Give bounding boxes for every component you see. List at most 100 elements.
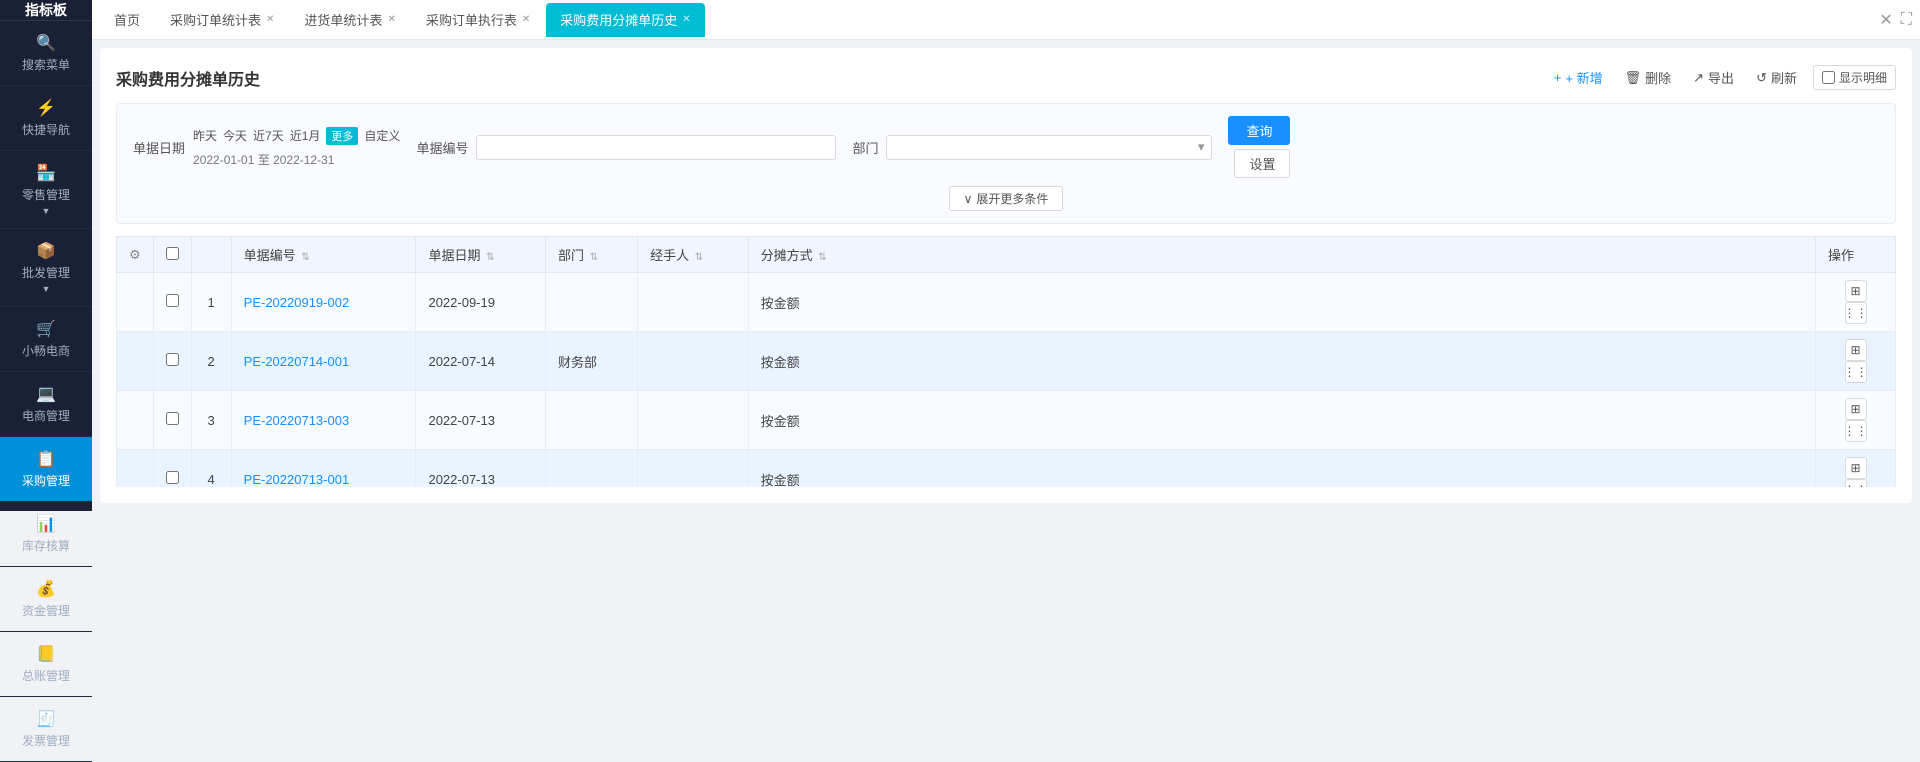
row-checkbox (153, 391, 191, 450)
tab-close-purchase-order-exec[interactable]: ✕ (522, 14, 530, 25)
col-dept-header: 部门 ⇅ (546, 237, 638, 273)
tab-purchase-order-exec[interactable]: 采购订单执行表 ✕ (412, 3, 544, 37)
sidebar-item-invoice[interactable]: 🧾 发票管理 (0, 697, 92, 762)
table-row: 2 PE-20220714-001 2022-07-14 财务部 按金额 ⊞ ⋮… (117, 332, 1896, 391)
wholesale-icon: 📦 (36, 241, 56, 261)
row-no: 1 (191, 273, 231, 332)
row-more-button[interactable]: ⋮⋮ (1845, 420, 1867, 442)
col-no-header (191, 237, 231, 273)
tab-bar: 首页 采购订单统计表 ✕ 进货单统计表 ✕ 采购订单执行表 ✕ 采购费用分摊单历… (92, 0, 1920, 40)
sidebar-item-retail[interactable]: 🏪 零售管理 ▼ (0, 151, 92, 229)
row-view-button[interactable]: ⊞ (1845, 339, 1867, 361)
bill-no-input[interactable] (476, 135, 836, 160)
query-button[interactable]: 查询 (1228, 116, 1290, 145)
row-ops: ⊞ ⋮⋮ (1816, 391, 1896, 450)
sidebar-item-finance[interactable]: 💰 资金管理 (0, 567, 92, 632)
shortcut-today[interactable]: 今天 (223, 127, 247, 144)
sidebar-item-search[interactable]: 🔍 搜索菜单 (0, 21, 92, 86)
delete-button[interactable]: 🗑 删除 (1619, 64, 1678, 91)
bill-no-link[interactable]: PE-20220713-001 (244, 472, 350, 487)
sidebar-item-ecom[interactable]: 💻 电商管理 (0, 372, 92, 437)
row-select-checkbox[interactable] (166, 294, 179, 307)
sidebar-item-label: 采购管理 (22, 472, 70, 489)
bill-no-link[interactable]: PE-20220919-002 (244, 295, 350, 310)
col-dept-sort[interactable]: ⇅ (590, 252, 598, 263)
refresh-button[interactable]: ↺ 刷新 (1750, 64, 1803, 91)
finance-icon: 💰 (36, 579, 56, 599)
col-handler-header: 经手人 ⇅ (638, 237, 749, 273)
col-handler-sort[interactable]: ⇅ (695, 252, 703, 263)
sidebar-item-wholesale[interactable]: 📦 批发管理 ▼ (0, 229, 92, 307)
row-view-button[interactable]: ⊞ (1845, 398, 1867, 420)
toolbar: + + 新增 🗑 删除 ↗ 导出 ↺ 刷新 显示明细 (1548, 64, 1896, 91)
row-more-button[interactable]: ⋮⋮ (1845, 302, 1867, 324)
set-button[interactable]: 设置 (1234, 149, 1290, 178)
row-handler (638, 450, 749, 488)
tab-purchase-goods-stats[interactable]: 进货单统计表 ✕ (290, 3, 409, 37)
col-split-method-sort[interactable]: ⇅ (818, 252, 826, 263)
tab-close-purchase-order-stats[interactable]: ✕ (266, 14, 274, 25)
sidebar-logo: 指标板 (0, 0, 92, 21)
dept-select[interactable] (886, 135, 1212, 160)
filter-row: 单据日期 昨天 今天 近7天 近1月 更多 自定义 2022-01-01 至 2… (133, 116, 1879, 178)
sidebar-item-quick[interactable]: ⚡ 快捷导航 (0, 86, 92, 151)
col-split-method-header: 分摊方式 ⇅ (748, 237, 1815, 273)
page-content: 采购费用分摊单历史 + + 新增 🗑 删除 ↗ 导出 ↺ 刷新 (100, 48, 1912, 503)
table-row: 3 PE-20220713-003 2022-07-13 按金额 ⊞ ⋮⋮ (117, 391, 1896, 450)
expand-more-button[interactable]: ∨ 展开更多条件 (949, 186, 1064, 211)
sidebar-item-inventory[interactable]: 📊 库存核算 (0, 502, 92, 567)
shortcut-1month[interactable]: 近1月 (290, 127, 321, 144)
add-button[interactable]: + + 新增 (1548, 64, 1609, 91)
col-ops-header: 操作 (1816, 237, 1896, 273)
settings-icon[interactable]: ⚙ (129, 247, 141, 263)
tab-purchase-order-stats[interactable]: 采购订单统计表 ✕ (156, 3, 288, 37)
row-select-checkbox[interactable] (166, 471, 179, 484)
col-bill-no-sort[interactable]: ⇅ (301, 252, 309, 263)
expand-more-label: 展开更多条件 (976, 190, 1048, 207)
data-table: ⚙ 单据编号 ⇅ 单据日期 ⇅ (116, 236, 1896, 487)
sidebar-item-ledger[interactable]: 📒 总账管理 (0, 632, 92, 697)
sidebar-item-purchase[interactable]: 📋 采购管理 (0, 437, 92, 502)
row-checkbox (153, 273, 191, 332)
bill-no-link[interactable]: PE-20220714-001 (244, 354, 350, 369)
row-select-checkbox[interactable] (166, 353, 179, 366)
add-icon: + (1554, 70, 1562, 85)
row-handler (638, 391, 749, 450)
row-select-checkbox[interactable] (166, 412, 179, 425)
tab-close-purchase-cost[interactable]: ✕ (682, 14, 690, 25)
row-more-button[interactable]: ⋮⋮ (1845, 361, 1867, 383)
tab-close-purchase-goods-stats[interactable]: ✕ (387, 14, 395, 25)
show-cols-button[interactable]: 显示明细 (1813, 65, 1896, 90)
row-settings (117, 332, 154, 391)
bill-no-label: 单据编号 (416, 138, 468, 157)
shortcut-yesterday[interactable]: 昨天 (193, 127, 217, 144)
shortcut-7days[interactable]: 近7天 (253, 127, 284, 144)
refresh-label: 刷新 (1771, 68, 1797, 87)
maximize-tab-action[interactable]: ⛶ (1901, 11, 1912, 29)
shortcut-custom[interactable]: 自定义 (364, 127, 400, 144)
shortcut-more[interactable]: 更多 (326, 127, 358, 145)
select-all-checkbox[interactable] (166, 247, 179, 260)
row-view-button[interactable]: ⊞ (1845, 280, 1867, 302)
row-bill-date: 2022-09-19 (416, 273, 546, 332)
bill-no-link[interactable]: PE-20220713-003 (244, 413, 350, 428)
tab-purchase-cost[interactable]: 采购费用分摊单历史 ✕ (546, 3, 704, 37)
col-bill-no-header: 单据编号 ⇅ (231, 237, 416, 273)
tab-purchase-goods-stats-label: 进货单统计表 (304, 10, 382, 29)
row-dept (546, 391, 638, 450)
sidebar-item-ecom-small[interactable]: 🛒 小畅电商 (0, 307, 92, 372)
row-dept (546, 450, 638, 488)
row-more-button[interactable]: ⋮⋮ (1845, 479, 1867, 487)
col-bill-date-sort[interactable]: ⇅ (486, 252, 494, 263)
show-cols-checkbox[interactable] (1822, 71, 1835, 84)
col-bill-date-label: 单据日期 (428, 248, 480, 263)
sidebar-item-label: 批发管理 (22, 264, 70, 281)
export-button[interactable]: ↗ 导出 (1687, 64, 1740, 91)
chevron-down-icon: ▼ (42, 206, 51, 216)
row-view-button[interactable]: ⊞ (1845, 457, 1867, 479)
ecom-small-icon: 🛒 (36, 319, 56, 339)
tab-home[interactable]: 首页 (100, 3, 154, 37)
close-tab-action[interactable]: ✕ (1879, 10, 1892, 30)
ecom-icon: 💻 (36, 384, 56, 404)
dept-filter-group: 部门 (852, 135, 1212, 160)
